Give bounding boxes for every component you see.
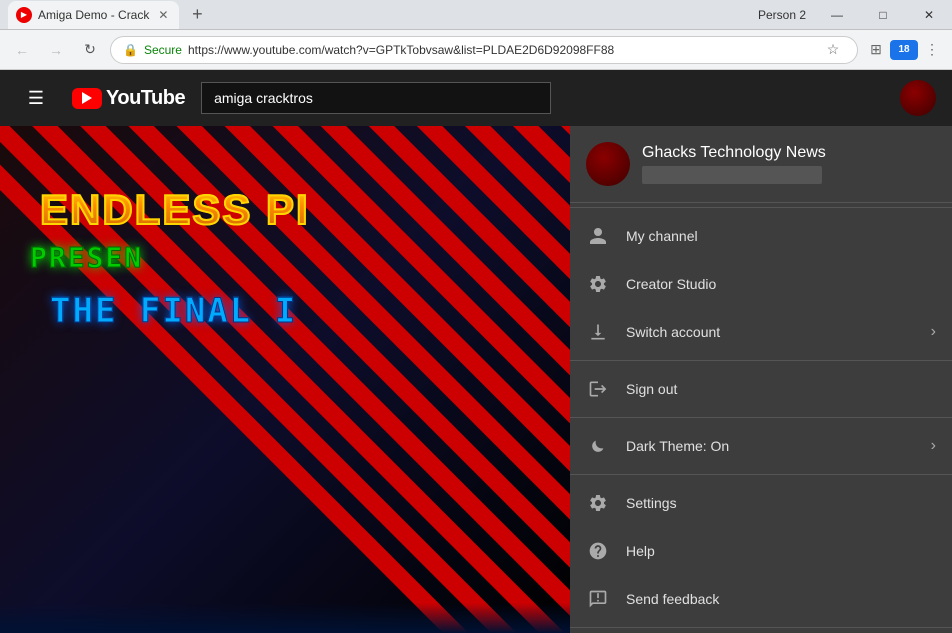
video-text-line2: PRESEN (30, 241, 143, 274)
switch-account-icon (586, 320, 610, 344)
tab-title: Amiga Demo - Crack (38, 8, 149, 22)
dropdown-divider-2 (570, 360, 952, 361)
content-area: ENDLESS PI PRESEN THE FINAL I Ghacks Tec… (0, 126, 952, 633)
video-bottom-overlay (0, 603, 570, 633)
secure-label: Secure (144, 43, 182, 57)
youtube-header: ☰ YouTube (0, 70, 952, 126)
toolbar-actions: ⊞ 18 ⋮ (864, 38, 944, 62)
search-input[interactable] (201, 82, 551, 114)
feedback-icon (586, 587, 610, 611)
dropdown-item-send-feedback[interactable]: Send feedback (570, 575, 952, 623)
dropdown-item-my-channel[interactable]: My channel (570, 212, 952, 260)
my-channel-label: My channel (626, 228, 936, 244)
dropdown-divider-1 (570, 207, 952, 208)
sign-out-icon (586, 377, 610, 401)
video-area: ENDLESS PI PRESEN THE FINAL I (0, 126, 570, 633)
video-text-line1: ENDLESS PI (40, 186, 310, 234)
switch-account-chevron: › (931, 323, 936, 341)
dropdown-channel-name: Ghacks Technology News (642, 144, 826, 162)
dark-theme-label: Dark Theme: On (626, 438, 915, 454)
menu-button[interactable]: ⋮ (920, 38, 944, 62)
dropdown-divider-5 (570, 627, 952, 628)
sign-out-label: Sign out (626, 381, 936, 397)
youtube-logo-icon (72, 88, 102, 109)
refresh-button[interactable]: ↻ (76, 36, 104, 64)
extensions-button[interactable]: ⊞ (864, 38, 888, 62)
youtube-header-right (900, 80, 936, 116)
help-icon (586, 539, 610, 563)
creator-studio-label: Creator Studio (626, 276, 936, 292)
send-feedback-label: Send feedback (626, 591, 936, 607)
youtube-avatar-button[interactable] (900, 80, 936, 116)
titlebar: ▶ Amiga Demo - Crack ✕ + Person 2 — □ ✕ (0, 0, 952, 30)
dropdown-header: Ghacks Technology News (570, 126, 952, 203)
addressbar: ← → ↻ 🔒 Secure https://www.youtube.com/w… (0, 30, 952, 70)
switch-account-label: Switch account (626, 324, 915, 340)
dark-theme-icon (586, 434, 610, 458)
dropdown-menu: Ghacks Technology News My channel Creato… (570, 126, 952, 633)
dropdown-channel-info: Ghacks Technology News (642, 144, 826, 184)
youtube-logo[interactable]: YouTube (72, 87, 185, 110)
dropdown-item-dark-theme[interactable]: Dark Theme: On › (570, 422, 952, 470)
settings-icon (586, 491, 610, 515)
browser-tab[interactable]: ▶ Amiga Demo - Crack ✕ (8, 1, 179, 29)
tab-favicon: ▶ (16, 7, 32, 23)
tab-close-button[interactable]: ✕ (155, 7, 171, 23)
dropdown-avatar (586, 142, 630, 186)
close-button[interactable]: ✕ (906, 0, 952, 30)
dropdown-item-switch-account[interactable]: Switch account › (570, 308, 952, 356)
forward-button[interactable]: → (42, 36, 70, 64)
titlebar-left: ▶ Amiga Demo - Crack ✕ + (8, 1, 750, 29)
new-tab-button[interactable]: + (185, 3, 209, 27)
url-text[interactable]: https://www.youtube.com/watch?v=GPTkTobv… (188, 43, 815, 57)
minimize-button[interactable]: — (814, 0, 860, 30)
dropdown-item-help[interactable]: Help (570, 527, 952, 575)
person-icon (586, 224, 610, 248)
video-text-line3: THE FINAL I (50, 291, 297, 331)
video-content: ENDLESS PI PRESEN THE FINAL I (0, 126, 570, 633)
youtube-search (201, 82, 551, 114)
youtube-logo-text: YouTube (106, 87, 185, 110)
help-label: Help (626, 543, 936, 559)
dropdown-account-bar (642, 166, 822, 184)
creator-studio-icon (586, 272, 610, 296)
youtube-menu-button[interactable]: ☰ (16, 78, 56, 118)
person-label: Person 2 (750, 8, 814, 22)
dropdown-divider-4 (570, 474, 952, 475)
lock-icon: 🔒 (123, 43, 138, 57)
dropdown-item-sign-out[interactable]: Sign out (570, 365, 952, 413)
address-box: 🔒 Secure https://www.youtube.com/watch?v… (110, 36, 858, 64)
bookmark-button[interactable]: ☆ (821, 38, 845, 62)
account-button[interactable]: 18 (890, 40, 918, 60)
back-button[interactable]: ← (8, 36, 36, 64)
titlebar-right: Person 2 — □ ✕ (750, 0, 952, 30)
dropdown-item-settings[interactable]: Settings (570, 479, 952, 527)
dropdown-item-creator-studio[interactable]: Creator Studio (570, 260, 952, 308)
settings-label: Settings (626, 495, 936, 511)
address-actions: ☆ (821, 38, 845, 62)
dark-theme-chevron: › (931, 437, 936, 455)
dropdown-divider-3 (570, 417, 952, 418)
maximize-button[interactable]: □ (860, 0, 906, 30)
